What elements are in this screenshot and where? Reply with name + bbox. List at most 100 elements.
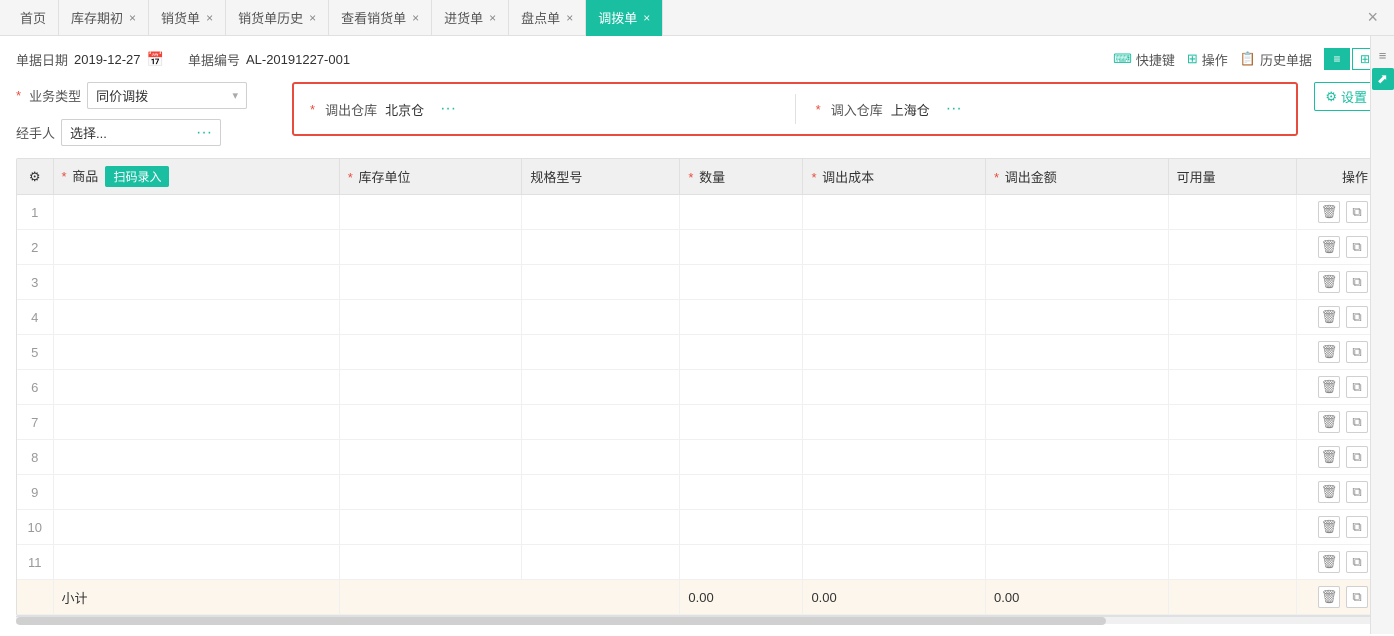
row-delete-icon[interactable]: 🗑 — [1318, 376, 1340, 398]
row-available-cell[interactable] — [1168, 440, 1296, 475]
row-product-cell[interactable] — [53, 335, 339, 370]
row-cost-cell[interactable] — [803, 405, 986, 440]
row-copy-icon[interactable]: ⧉ — [1346, 446, 1368, 468]
th-gear[interactable]: ⚙ — [17, 159, 53, 195]
row-amount-cell[interactable] — [986, 405, 1169, 440]
row-qty-cell[interactable] — [680, 265, 803, 300]
tab-close-sales-history[interactable]: × — [309, 11, 316, 25]
row-copy-icon[interactable]: ⧉ — [1346, 271, 1368, 293]
row-spec-cell[interactable] — [522, 265, 680, 300]
row-amount-cell[interactable] — [986, 195, 1169, 230]
row-copy-icon[interactable]: ⧉ — [1346, 516, 1368, 538]
tab-close-inventory-check[interactable]: × — [566, 11, 573, 25]
row-copy-icon[interactable]: ⧉ — [1346, 306, 1368, 328]
row-copy-icon[interactable]: ⧉ — [1346, 236, 1368, 258]
tab-inventory-init[interactable]: 库存期初 × — [59, 0, 149, 36]
row-unit-cell[interactable] — [339, 405, 522, 440]
tab-view-sales[interactable]: 查看销货单 × — [329, 0, 432, 36]
tab-home[interactable]: 首页 — [8, 0, 59, 36]
row-cost-cell[interactable] — [803, 300, 986, 335]
row-qty-cell[interactable] — [680, 440, 803, 475]
row-cost-cell[interactable] — [803, 440, 986, 475]
handler-input[interactable]: 选择... ··· — [61, 119, 221, 146]
tab-close-inventory-init[interactable]: × — [129, 11, 136, 25]
row-product-cell[interactable] — [53, 300, 339, 335]
row-product-cell[interactable] — [53, 440, 339, 475]
row-product-cell[interactable] — [53, 370, 339, 405]
row-qty-cell[interactable] — [680, 300, 803, 335]
row-11-unit[interactable] — [339, 545, 522, 580]
row-available-cell[interactable] — [1168, 475, 1296, 510]
row-available-cell[interactable] — [1168, 300, 1296, 335]
history-button[interactable]: 📋 历史单据 — [1240, 50, 1312, 69]
row-delete-icon[interactable]: 🗑 — [1318, 516, 1340, 538]
row-unit-cell[interactable] — [339, 440, 522, 475]
tab-sales-order[interactable]: 销货单 × — [149, 0, 226, 36]
row-spec-cell[interactable] — [522, 405, 680, 440]
row-cost-cell[interactable] — [803, 335, 986, 370]
row-amount-cell[interactable] — [986, 265, 1169, 300]
row-11-copy-icon[interactable]: ⧉ — [1346, 551, 1368, 573]
row-11-product[interactable] — [53, 545, 339, 580]
tab-close-transfer-order[interactable]: × — [643, 11, 650, 25]
tab-close-view-sales[interactable]: × — [412, 11, 419, 25]
row-copy-icon[interactable]: ⧉ — [1346, 376, 1368, 398]
business-type-input[interactable]: 同价调拨 ▾ — [87, 82, 247, 109]
row-qty-cell[interactable] — [680, 475, 803, 510]
scroll-thumb[interactable] — [16, 617, 1106, 625]
row-amount-cell[interactable] — [986, 230, 1169, 265]
row-delete-icon[interactable]: 🗑 — [1318, 236, 1340, 258]
row-available-cell[interactable] — [1168, 195, 1296, 230]
row-available-cell[interactable] — [1168, 510, 1296, 545]
row-product-cell[interactable] — [53, 230, 339, 265]
tab-transfer-order[interactable]: 调拨单 × — [586, 0, 663, 36]
row-amount-cell[interactable] — [986, 510, 1169, 545]
row-11-qty[interactable] — [680, 545, 803, 580]
row-qty-cell[interactable] — [680, 195, 803, 230]
row-delete-icon[interactable]: 🗑 — [1318, 446, 1340, 468]
scan-button[interactable]: 扫码录入 — [105, 166, 169, 187]
row-spec-cell[interactable] — [522, 370, 680, 405]
row-cost-cell[interactable] — [803, 510, 986, 545]
warehouse-in-dots-icon[interactable]: ··· — [946, 100, 962, 118]
row-spec-cell[interactable] — [522, 475, 680, 510]
row-unit-cell[interactable] — [339, 195, 522, 230]
row-available-cell[interactable] — [1168, 370, 1296, 405]
row-product-cell[interactable] — [53, 405, 339, 440]
row-cost-cell[interactable] — [803, 195, 986, 230]
tab-close-purchase-order[interactable]: × — [489, 11, 496, 25]
row-11-available[interactable] — [1168, 545, 1296, 580]
window-close-button[interactable]: × — [1359, 7, 1386, 28]
row-unit-cell[interactable] — [339, 335, 522, 370]
row-spec-cell[interactable] — [522, 440, 680, 475]
row-unit-cell[interactable] — [339, 300, 522, 335]
row-spec-cell[interactable] — [522, 230, 680, 265]
row-unit-cell[interactable] — [339, 370, 522, 405]
shortcuts-button[interactable]: ⌨ 快捷键 — [1113, 50, 1175, 69]
operations-button[interactable]: ⊞ 操作 — [1187, 50, 1228, 69]
row-copy-icon[interactable]: ⧉ — [1346, 201, 1368, 223]
row-cost-cell[interactable] — [803, 230, 986, 265]
calendar-icon[interactable]: 📅 — [147, 51, 164, 68]
row-available-cell[interactable] — [1168, 265, 1296, 300]
row-spec-cell[interactable] — [522, 195, 680, 230]
sidebar-export-icon[interactable]: ⬈ — [1372, 68, 1394, 90]
row-11-spec[interactable] — [522, 545, 680, 580]
row-delete-icon[interactable]: 🗑 — [1318, 481, 1340, 503]
tab-sales-history[interactable]: 销货单历史 × — [226, 0, 329, 36]
row-available-cell[interactable] — [1168, 230, 1296, 265]
row-product-cell[interactable] — [53, 510, 339, 545]
row-amount-cell[interactable] — [986, 370, 1169, 405]
handler-dots-icon[interactable]: ··· — [196, 124, 212, 142]
row-product-cell[interactable] — [53, 195, 339, 230]
row-unit-cell[interactable] — [339, 230, 522, 265]
row-delete-icon[interactable]: 🗑 — [1318, 411, 1340, 433]
row-cost-cell[interactable] — [803, 475, 986, 510]
row-11-amount[interactable] — [986, 545, 1169, 580]
row-amount-cell[interactable] — [986, 440, 1169, 475]
tab-inventory-check[interactable]: 盘点单 × — [509, 0, 586, 36]
row-qty-cell[interactable] — [680, 510, 803, 545]
row-cost-cell[interactable] — [803, 265, 986, 300]
row-delete-icon[interactable]: 🗑 — [1318, 341, 1340, 363]
row-delete-icon[interactable]: 🗑 — [1318, 271, 1340, 293]
